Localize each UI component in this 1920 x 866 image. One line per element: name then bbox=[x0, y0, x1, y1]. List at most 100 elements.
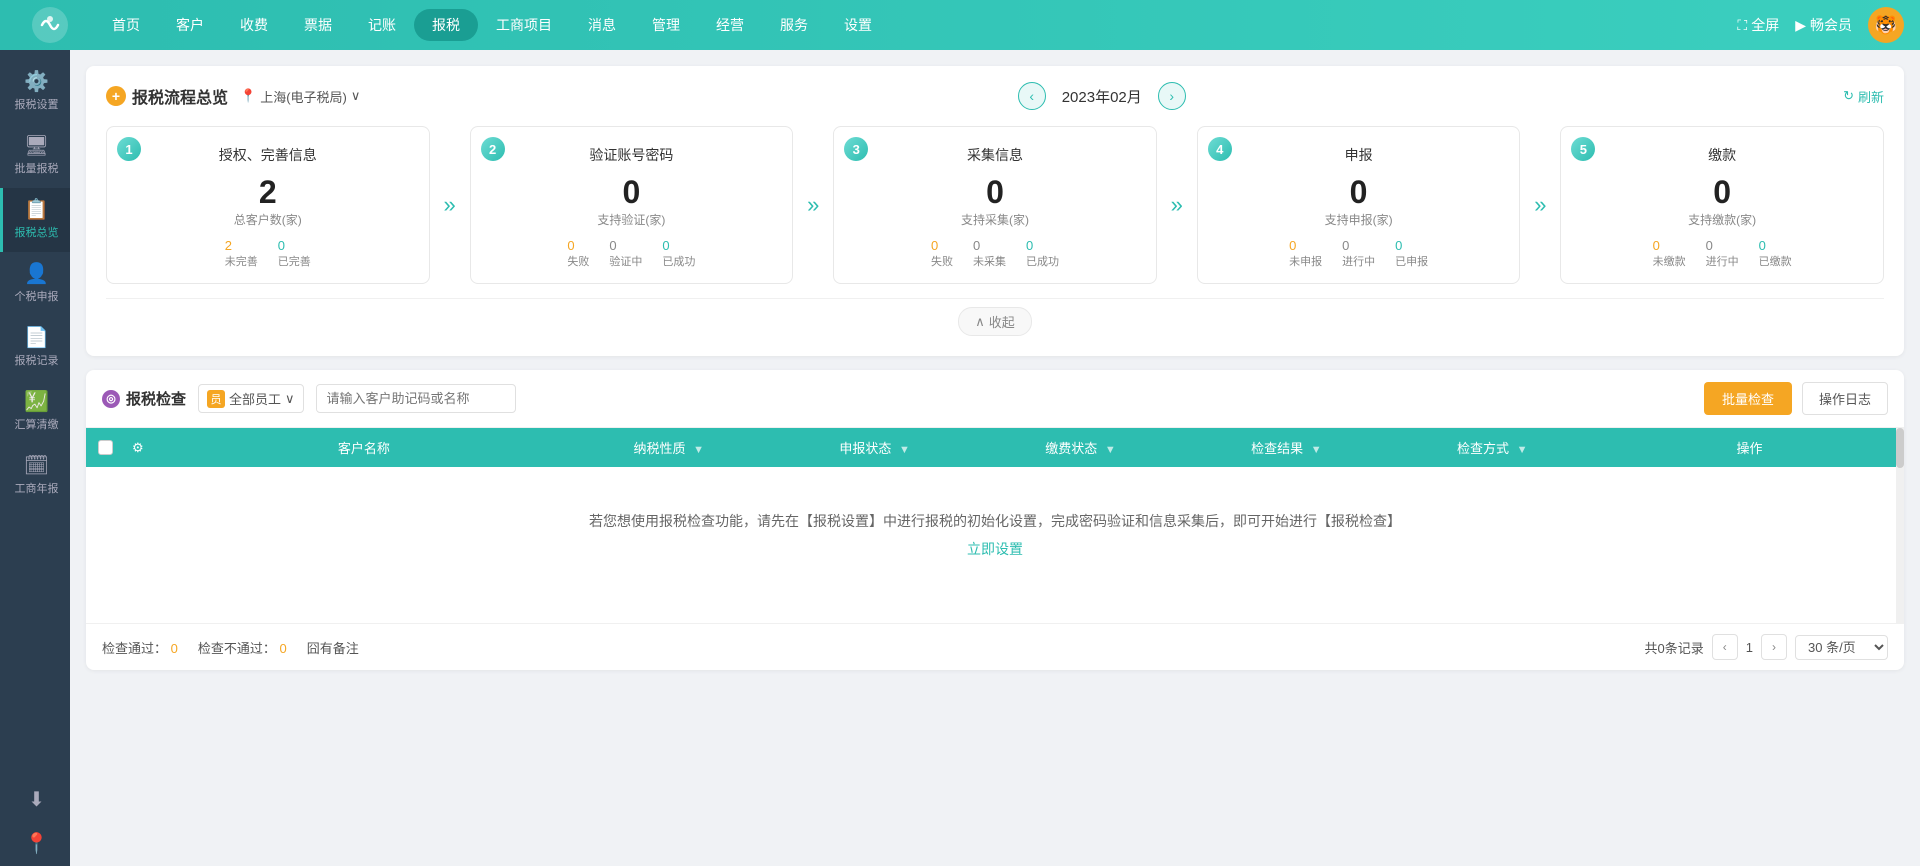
batch-check-button[interactable]: 批量检查 bbox=[1704, 382, 1792, 415]
th-tax-type[interactable]: 纳税性质 ▼ bbox=[566, 428, 772, 467]
nav-client[interactable]: 客户 bbox=[158, 9, 222, 41]
collapse-icon: ∧ bbox=[975, 314, 985, 330]
step-4-success[interactable]: 0 已申报 bbox=[1395, 238, 1428, 269]
collapse-btn[interactable]: ∧ 收起 bbox=[958, 307, 1032, 336]
pass-value[interactable]: 0 bbox=[171, 641, 178, 656]
step-3-success-value: 0 bbox=[1026, 238, 1059, 253]
fail-value[interactable]: 0 bbox=[280, 641, 287, 656]
collapse-label: 收起 bbox=[989, 312, 1015, 331]
sidebar-label-overview: 报税总览 bbox=[15, 224, 59, 240]
search-button[interactable]: 🔍 bbox=[513, 385, 516, 412]
arrow-2: » bbox=[793, 126, 833, 284]
sidebar: ⚙️ 报税设置 🖥 批量报税 📋 报税总览 👤 个税申报 📄 报税记录 💹 汇算… bbox=[0, 50, 70, 866]
nav-tax[interactable]: 报税 bbox=[414, 9, 478, 41]
step-1-fail-label: 未完善 bbox=[225, 253, 258, 269]
step-4-count: 0 bbox=[1214, 173, 1504, 211]
step-3-fail[interactable]: 0 失败 bbox=[931, 238, 953, 269]
nav-bookkeeping[interactable]: 记账 bbox=[350, 9, 414, 41]
th-pay-status[interactable]: 缴费状态 ▼ bbox=[978, 428, 1184, 467]
sidebar-item-overview[interactable]: 📋 报税总览 bbox=[0, 188, 70, 252]
logo[interactable] bbox=[16, 7, 84, 43]
th-settings[interactable]: ⚙ bbox=[126, 428, 162, 467]
step-4-mid[interactable]: 0 进行中 bbox=[1342, 238, 1375, 269]
vip-icon: ▶ bbox=[1795, 17, 1806, 34]
sidebar-item-tax-settings[interactable]: ⚙️ 报税设置 bbox=[0, 60, 70, 124]
step-2-mid[interactable]: 0 验证中 bbox=[609, 238, 642, 269]
nav-manage[interactable]: 管理 bbox=[634, 9, 698, 41]
th-report-status[interactable]: 申报状态 ▼ bbox=[772, 428, 978, 467]
tax-check-header: ◎ 报税检查 员 全部员工 ∨ 🔍 批量检查 操作日志 bbox=[86, 370, 1904, 428]
overview-icon: 📋 bbox=[24, 200, 49, 220]
scrollbar-track[interactable] bbox=[1896, 428, 1904, 623]
employee-select[interactable]: 员 全部员工 ∨ bbox=[198, 384, 304, 413]
top-navigation: 首页 客户 收费 票据 记账 报税 工商项目 消息 管理 经营 服务 设置 ⛶ … bbox=[0, 0, 1920, 50]
chevron-down-icon: ∨ bbox=[351, 88, 361, 104]
step-3-stats: 0 失败 0 未采集 0 已成功 bbox=[850, 238, 1140, 269]
next-page-btn[interactable]: › bbox=[1761, 634, 1787, 660]
nav-service[interactable]: 服务 bbox=[762, 9, 826, 41]
th-check-result[interactable]: 检查结果 ▼ bbox=[1183, 428, 1389, 467]
sidebar-item-annual-clear[interactable]: 💹 汇算清缴 bbox=[0, 380, 70, 444]
sidebar-label-tax-settings: 报税设置 bbox=[15, 96, 59, 112]
step-2-success[interactable]: 0 已成功 bbox=[662, 238, 695, 269]
step-3-mid[interactable]: 0 未采集 bbox=[973, 238, 1006, 269]
step-1-success[interactable]: 0 已完善 bbox=[278, 238, 311, 269]
next-month-btn[interactable]: › bbox=[1158, 82, 1186, 110]
sidebar-item-annual-report[interactable]: 🗓 工商年报 bbox=[0, 444, 70, 508]
nav-fee[interactable]: 收费 bbox=[222, 9, 286, 41]
step-5-success[interactable]: 0 已缴款 bbox=[1759, 238, 1792, 269]
step-3-title: 采集信息 bbox=[850, 145, 1140, 165]
tax-check-card: ◎ 报税检查 员 全部员工 ∨ 🔍 批量检查 操作日志 bbox=[86, 370, 1904, 670]
sidebar-item-download[interactable]: ⬇ bbox=[0, 778, 70, 822]
setup-link[interactable]: 立即设置 bbox=[967, 541, 1023, 557]
flow-steps: 1 授权、完善信息 2 总客户数(家) 2 未完善 0 已完善 bbox=[106, 126, 1884, 284]
prev-page-btn[interactable]: ‹ bbox=[1712, 634, 1738, 660]
location-tag[interactable]: 📍 上海(电子税局) ∨ bbox=[240, 87, 360, 106]
sidebar-label-annual-report: 工商年报 bbox=[15, 480, 59, 496]
sidebar-label-batch-tax: 批量报税 bbox=[15, 160, 59, 176]
fullscreen-btn[interactable]: ⛶ 全屏 bbox=[1737, 15, 1779, 35]
refresh-label: 刷新 bbox=[1858, 87, 1884, 106]
step-2-stats: 0 失败 0 验证中 0 已成功 bbox=[487, 238, 777, 269]
step-2-fail[interactable]: 0 失败 bbox=[567, 238, 589, 269]
step-4-fail[interactable]: 0 未申报 bbox=[1289, 238, 1322, 269]
th-check-method[interactable]: 检查方式 ▼ bbox=[1389, 428, 1595, 467]
nav-settings[interactable]: 设置 bbox=[826, 9, 890, 41]
step-1-fail[interactable]: 2 未完善 bbox=[225, 238, 258, 269]
operation-log-button[interactable]: 操作日志 bbox=[1802, 382, 1888, 415]
nav-home[interactable]: 首页 bbox=[94, 9, 158, 41]
select-all-checkbox[interactable] bbox=[98, 440, 113, 455]
step-4-number: 4 bbox=[1208, 137, 1232, 161]
nav-invoice[interactable]: 票据 bbox=[286, 9, 350, 41]
sidebar-item-batch-tax[interactable]: 🖥 批量报税 bbox=[0, 124, 70, 188]
search-input[interactable] bbox=[317, 386, 513, 411]
step-1-subtitle: 总客户数(家) bbox=[123, 211, 413, 228]
vip-btn[interactable]: ▶ 畅会员 bbox=[1795, 15, 1852, 35]
personal-icon: 👤 bbox=[24, 264, 49, 284]
nav-operation[interactable]: 经营 bbox=[698, 9, 762, 41]
refresh-btn[interactable]: ↻ 刷新 bbox=[1843, 87, 1884, 106]
step-3-mid-label: 未采集 bbox=[973, 253, 1006, 269]
sidebar-item-location[interactable]: 📍 bbox=[0, 822, 70, 866]
scrollbar-thumb[interactable] bbox=[1896, 428, 1904, 468]
table-body-empty: 若您想使用报税检查功能，请先在【报税设置】中进行报税的初始化设置，完成密码验证和… bbox=[86, 467, 1904, 623]
per-page-select[interactable]: 30 条/页50 条/页100 条/页 bbox=[1795, 635, 1888, 660]
nav-commerce[interactable]: 工商项目 bbox=[478, 9, 570, 41]
total-count: 共0条记录 bbox=[1645, 638, 1704, 657]
user-avatar[interactable]: 🐯 bbox=[1868, 7, 1904, 43]
step-5-mid[interactable]: 0 进行中 bbox=[1706, 238, 1739, 269]
nav-message[interactable]: 消息 bbox=[570, 9, 634, 41]
sidebar-item-personal[interactable]: 👤 个税申报 bbox=[0, 252, 70, 316]
th-checkbox[interactable] bbox=[86, 428, 126, 467]
batch-tax-icon: 🖥 bbox=[24, 136, 49, 156]
step-2-number: 2 bbox=[481, 137, 505, 161]
prev-month-btn[interactable]: ‹ bbox=[1018, 82, 1046, 110]
step-4-success-value: 0 bbox=[1395, 238, 1428, 253]
empty-message: 若您想使用报税检查功能，请先在【报税设置】中进行报税的初始化设置，完成密码验证和… bbox=[106, 507, 1884, 535]
step-3-success[interactable]: 0 已成功 bbox=[1026, 238, 1059, 269]
search-box: 🔍 bbox=[316, 384, 516, 413]
sidebar-item-tax-record[interactable]: 📄 报税记录 bbox=[0, 316, 70, 380]
overview-title-text: 报税流程总览 bbox=[132, 84, 228, 108]
step-5-fail[interactable]: 0 未缴款 bbox=[1653, 238, 1686, 269]
step-2-fail-label: 失败 bbox=[567, 253, 589, 269]
